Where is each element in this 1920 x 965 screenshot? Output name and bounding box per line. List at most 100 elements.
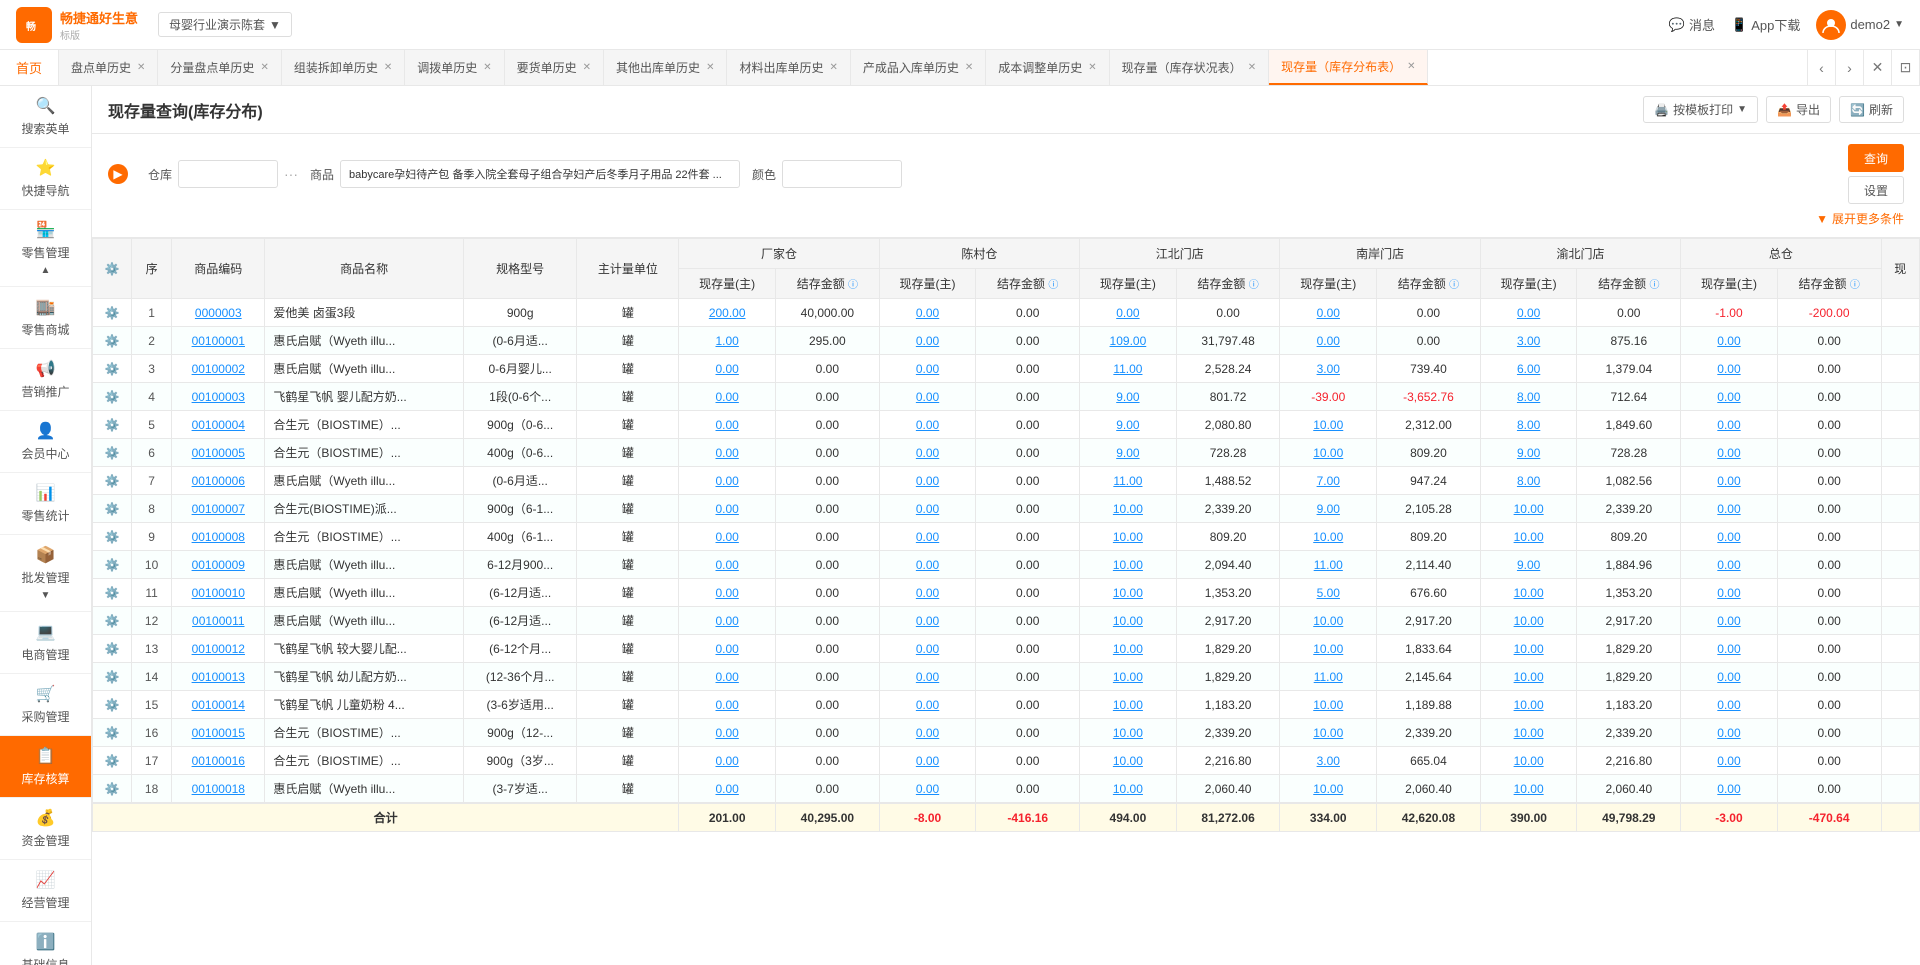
cell-yubei-qty[interactable]: 9.00 [1480,439,1577,467]
tab-stock-status[interactable]: 现存量（库存状况表） ✕ [1110,50,1269,85]
cell-code[interactable]: 00100003 [172,383,265,411]
setting-btn[interactable]: 设置 [1848,176,1904,204]
cell-yubei-qty[interactable]: 10.00 [1480,523,1577,551]
cell-code[interactable]: 00100005 [172,439,265,467]
tab-next-btn[interactable]: › [1836,50,1864,86]
tab-close-kit-disassemble[interactable]: ✕ [384,62,392,73]
tab-transfer[interactable]: 调拨单历史 ✕ [405,50,504,85]
cell-jiangbei-qty[interactable]: 10.00 [1080,635,1177,663]
cell-chen-qty[interactable]: 0.00 [879,383,976,411]
cell-factory-qty[interactable]: 0.00 [679,691,776,719]
tab-partial-count[interactable]: 分量盘点单历史 ✕ [158,50,281,85]
app-download-btn[interactable]: 📱 App下载 [1731,15,1800,34]
cell-settings[interactable]: ⚙️ [93,775,132,804]
cell-factory-qty[interactable]: 0.00 [679,467,776,495]
print-btn[interactable]: 🖨️ 按模板打印 ▼ [1643,96,1758,123]
row-settings-icon[interactable]: ⚙️ [105,670,120,684]
cell-yubei-qty[interactable]: 10.00 [1480,747,1577,775]
cell-factory-qty[interactable]: 0.00 [679,383,776,411]
cell-nanan-qty[interactable]: 0.00 [1280,327,1377,355]
cell-chen-qty[interactable]: 0.00 [879,719,976,747]
sidebar-item-inventory[interactable]: 📋 库存核算 [0,736,91,798]
cell-chen-qty[interactable]: 0.00 [879,355,976,383]
cell-total-qty[interactable]: 0.00 [1681,327,1778,355]
cell-settings[interactable]: ⚙️ [93,691,132,719]
row-settings-icon[interactable]: ⚙️ [105,446,120,460]
cell-factory-qty[interactable]: 0.00 [679,635,776,663]
cell-total-qty[interactable]: 0.00 [1681,383,1778,411]
tab-close-stock-distribution[interactable]: ✕ [1407,61,1415,72]
cell-yubei-qty[interactable]: 10.00 [1480,775,1577,804]
cell-total-qty[interactable]: 0.00 [1681,635,1778,663]
cell-nanan-qty[interactable]: 10.00 [1280,523,1377,551]
tab-prev-btn[interactable]: ‹ [1808,50,1836,86]
sidebar-item-basics[interactable]: ℹ️ 基础信息 [0,922,91,965]
cell-yubei-qty[interactable]: 10.00 [1480,495,1577,523]
tab-close-cost-adjust[interactable]: ✕ [1088,62,1096,73]
cell-yubei-qty[interactable]: 10.00 [1480,635,1577,663]
tab-other-out[interactable]: 其他出库单历史 ✕ [604,50,727,85]
cell-code[interactable]: 00100007 [172,495,265,523]
cell-yubei-qty[interactable]: 10.00 [1480,579,1577,607]
cell-settings[interactable]: ⚙️ [93,523,132,551]
cell-factory-qty[interactable]: 0.00 [679,579,776,607]
cell-chen-qty[interactable]: 0.00 [879,775,976,804]
row-settings-icon[interactable]: ⚙️ [105,586,120,600]
cell-yubei-qty[interactable]: 3.00 [1480,327,1577,355]
tab-kit-disassemble[interactable]: 组装拆卸单历史 ✕ [282,50,405,85]
cell-total-qty[interactable]: 0.00 [1681,439,1778,467]
export-btn[interactable]: 📤 导出 [1766,96,1831,123]
cell-factory-qty[interactable]: 0.00 [679,523,776,551]
cell-chen-qty[interactable]: 0.00 [879,299,976,327]
cell-settings[interactable]: ⚙️ [93,299,132,327]
messages-btn[interactable]: 💬 消息 [1669,15,1715,34]
cell-chen-qty[interactable]: 0.00 [879,551,976,579]
row-settings-icon[interactable]: ⚙️ [105,698,120,712]
cell-nanan-qty[interactable]: 10.00 [1280,691,1377,719]
tab-goods-request[interactable]: 要货单历史 ✕ [505,50,604,85]
cell-code[interactable]: 00100002 [172,355,265,383]
cell-settings[interactable]: ⚙️ [93,551,132,579]
cell-chen-qty[interactable]: 0.00 [879,439,976,467]
cell-settings[interactable]: ⚙️ [93,607,132,635]
cell-code[interactable]: 00100011 [172,607,265,635]
cell-jiangbei-qty[interactable]: 10.00 [1080,523,1177,551]
cell-settings[interactable]: ⚙️ [93,495,132,523]
cell-factory-qty[interactable]: 0.00 [679,607,776,635]
cell-code[interactable]: 00100004 [172,411,265,439]
cell-yubei-qty[interactable]: 8.00 [1480,383,1577,411]
cell-jiangbei-qty[interactable]: 9.00 [1080,411,1177,439]
tab-close-transfer[interactable]: ✕ [483,62,491,73]
cell-settings[interactable]: ⚙️ [93,411,132,439]
expand-btn[interactable]: ▼ 展开更多条件 [1816,210,1904,227]
tab-close-finished-in[interactable]: ✕ [965,62,973,73]
cell-chen-qty[interactable]: 0.00 [879,411,976,439]
color-input[interactable] [782,160,902,188]
cell-total-qty[interactable]: 0.00 [1681,607,1778,635]
cell-nanan-qty[interactable]: 10.00 [1280,635,1377,663]
row-settings-icon[interactable]: ⚙️ [105,390,120,404]
cell-yubei-qty[interactable]: 8.00 [1480,411,1577,439]
cell-jiangbei-qty[interactable]: 10.00 [1080,719,1177,747]
tab-close-goods-request[interactable]: ✕ [583,62,591,73]
cell-settings[interactable]: ⚙️ [93,579,132,607]
row-settings-icon[interactable]: ⚙️ [105,362,120,376]
cell-settings[interactable]: ⚙️ [93,327,132,355]
sidebar-item-retail-store[interactable]: 🏬 零售商城 [0,287,91,349]
cell-yubei-qty[interactable]: 10.00 [1480,663,1577,691]
cell-nanan-qty[interactable]: 10.00 [1280,439,1377,467]
sidebar-item-operations[interactable]: 📈 经营管理 [0,860,91,922]
warehouse-dots[interactable]: ··· [284,166,298,182]
user-menu[interactable]: demo2 ▼ [1816,10,1904,40]
cell-code[interactable]: 00100016 [172,747,265,775]
sidebar-item-member[interactable]: 👤 会员中心 [0,411,91,473]
cell-yubei-qty[interactable]: 10.00 [1480,691,1577,719]
row-settings-icon[interactable]: ⚙️ [105,642,120,656]
cell-code[interactable]: 0000003 [172,299,265,327]
cell-total-qty[interactable]: 0.00 [1681,579,1778,607]
cell-code[interactable]: 00100012 [172,635,265,663]
goods-input[interactable] [340,160,740,188]
cell-nanan-qty[interactable]: 5.00 [1280,579,1377,607]
cell-total-qty[interactable]: 0.00 [1681,495,1778,523]
cell-jiangbei-qty[interactable]: 0.00 [1080,299,1177,327]
